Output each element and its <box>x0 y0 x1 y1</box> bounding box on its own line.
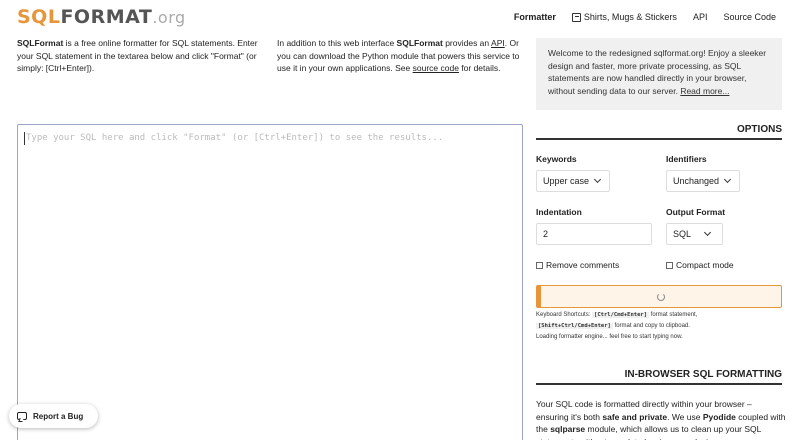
chevron-down-icon <box>593 175 602 184</box>
remove-comments-checkbox[interactable]: Remove comments <box>536 260 619 270</box>
nav-api[interactable]: API <box>693 12 708 22</box>
checkbox-box <box>536 261 543 269</box>
loading-spinner-icon <box>657 292 665 301</box>
welcome-notice: Welcome to the redesigned sqlformat.org!… <box>536 38 782 110</box>
output-format-select[interactable]: SQL <box>666 223 723 245</box>
api-link[interactable]: API <box>491 38 505 48</box>
read-more-link[interactable]: Read more... <box>680 86 729 96</box>
intro-text-left: SQLFormat is a free online formatter for… <box>17 37 262 75</box>
message-icon <box>17 412 27 420</box>
shop-icon <box>571 12 581 22</box>
output-format-label: Output Format <box>666 207 726 217</box>
main-nav: Formatter Shirts, Mugs & Stickers API So… <box>498 12 776 22</box>
format-button[interactable] <box>536 285 782 308</box>
inbrowser-t2: . We use <box>667 411 703 422</box>
keywords-label: Keywords <box>536 154 577 164</box>
shortcuts-line-1: Keyboard Shortcuts: [Ctrl/Cmd+Enter] for… <box>536 310 786 321</box>
shortcut-key-copy: [Shift+Ctrl/Cmd+Enter] <box>536 323 613 329</box>
top-bar: SQLFORMAT.org Formatter Shirts, Mugs & S… <box>0 0 800 34</box>
chevron-down-icon <box>724 175 732 184</box>
shortcut-desc-copy: format and copy to clipboad. <box>612 323 690 329</box>
logo-tld: .org <box>152 8 186 27</box>
nav-shop-label: Shirts, Mugs & Stickers <box>583 12 677 22</box>
inbrowser-heading: IN-BROWSER SQL FORMATTING <box>536 369 782 385</box>
compact-mode-checkbox[interactable]: Compact mode <box>666 260 734 270</box>
inbrowser-b2: Pyodide <box>702 411 736 422</box>
identifiers-value: Unchanged <box>673 176 720 186</box>
intro-right-mid: provides an <box>442 38 492 48</box>
remove-comments-label: Remove comments <box>546 260 620 270</box>
intro-text-right: In addition to this web interface SQLFor… <box>277 37 522 75</box>
inbrowser-b1: safe and private <box>602 411 668 422</box>
editor-placeholder: Type your SQL here and click "Format" (o… <box>26 133 444 143</box>
keyboard-shortcuts: Keyboard Shortcuts: [Ctrl/Cmd+Enter] for… <box>536 310 786 343</box>
report-bug-label: Report a Bug <box>33 411 84 421</box>
intro-right-end: for details. <box>458 63 501 73</box>
indentation-label: Indentation <box>536 207 582 217</box>
identifiers-label: Identifiers <box>666 154 707 164</box>
nav-shop[interactable]: Shirts, Mugs & Stickers <box>571 12 677 22</box>
shortcut-desc-format: format statement, <box>649 312 698 318</box>
keywords-select[interactable]: Upper case <box>536 170 610 192</box>
intro-right-brand: SQLFormat <box>396 38 443 48</box>
nav-source-code[interactable]: Source Code <box>723 12 776 22</box>
source-code-link[interactable]: source code <box>413 63 459 73</box>
compact-mode-label: Compact mode <box>676 260 734 270</box>
shortcuts-prefix: Keyboard Shortcuts: <box>536 312 593 318</box>
intro-brand: SQLFormat <box>17 38 64 48</box>
text-caret <box>24 132 25 145</box>
loading-status: Loading formatter engine... feel free to… <box>536 334 683 340</box>
options-heading: OPTIONS <box>536 124 782 140</box>
checkbox-box <box>666 261 673 269</box>
sql-editor[interactable]: Type your SQL here and click "Format" (o… <box>17 124 523 440</box>
nav-formatter[interactable]: Formatter <box>514 12 556 22</box>
inbrowser-b3: sqlparse <box>550 424 586 434</box>
output-format-value: SQL <box>673 229 692 239</box>
logo-sql: SQL <box>17 6 61 28</box>
chevron-down-icon <box>703 228 712 237</box>
indentation-input[interactable]: 2 <box>536 223 652 245</box>
report-bug-button[interactable]: Report a Bug <box>9 404 98 428</box>
intro-right-pre: In addition to this web interface <box>277 38 397 48</box>
inbrowser-text: Your SQL code is formatted directly with… <box>536 398 786 440</box>
shortcuts-line-2: [Shift+Ctrl/Cmd+Enter] format and copy t… <box>536 321 786 332</box>
logo-format: FORMAT <box>60 6 153 28</box>
keywords-value: Upper case <box>543 176 590 186</box>
site-logo[interactable]: SQLFORMAT.org <box>17 6 186 28</box>
identifiers-select[interactable]: Unchanged <box>666 170 740 192</box>
shortcut-key-format: [Ctrl/Cmd+Enter] <box>592 312 650 318</box>
welcome-text: Welcome to the redesigned sqlformat.org!… <box>548 48 767 96</box>
